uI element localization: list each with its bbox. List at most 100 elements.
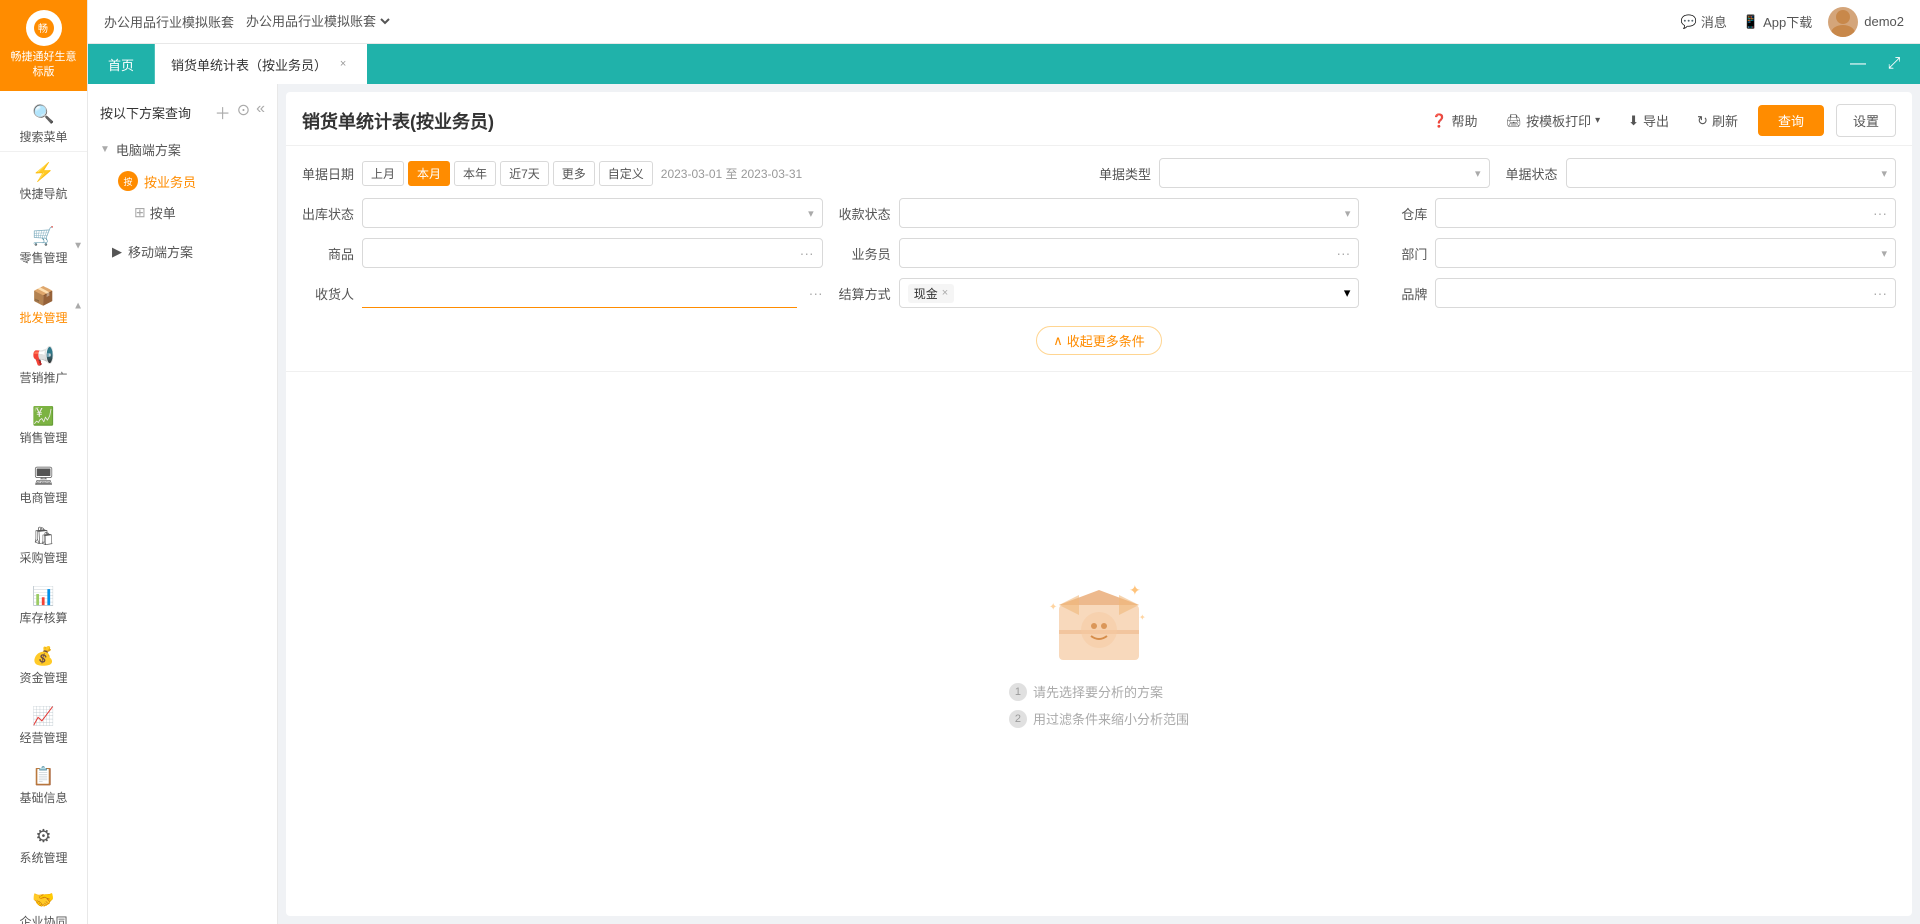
- finance-icon: 💰: [32, 646, 54, 667]
- sidebar-item-purchase[interactable]: 🛍 采购管理: [0, 516, 87, 576]
- sidebar-item-quick-nav[interactable]: ⚡ 快捷导航: [0, 152, 87, 212]
- add-scheme-button[interactable]: ＋: [215, 100, 231, 124]
- sidebar-item-marketing[interactable]: 📢 营销推广: [0, 336, 87, 396]
- app-download-button[interactable]: 📱 App下载: [1743, 12, 1812, 31]
- finance-label: 资金管理: [19, 669, 67, 686]
- empty-state: ✦ ✦ ✦ 1 请先选择要分析的方案 2 用过滤条件来缩小分析范围: [286, 372, 1912, 916]
- consignee-dots[interactable]: ···: [809, 285, 823, 301]
- sidebar-item-inventory[interactable]: 📊 库存核算: [0, 576, 87, 636]
- hint-text-2: 用过滤条件来缩小分析范围: [1033, 709, 1189, 728]
- retail-label: 零售管理: [19, 249, 67, 266]
- brand-select[interactable]: ···: [1435, 278, 1896, 308]
- page-title: 销货单统计表(按业务员): [302, 108, 494, 134]
- sidebar-item-retail[interactable]: 🛒 零售管理 ▼: [0, 216, 87, 276]
- template-print-button[interactable]: 🖨 按模板打印 ▾: [1498, 107, 1609, 134]
- collapse-button[interactable]: ∧ 收起更多条件: [1036, 326, 1162, 355]
- retail-icon: 🛒: [32, 226, 54, 247]
- goods-dots[interactable]: ···: [800, 245, 814, 261]
- quick-nav-label: 快捷导航: [19, 185, 67, 202]
- doc-type-select[interactable]: ▾: [1159, 158, 1489, 188]
- date-this-year-btn[interactable]: 本年: [454, 161, 496, 186]
- query-button[interactable]: 查询: [1758, 105, 1824, 136]
- ecommerce-label: 电商管理: [19, 489, 67, 506]
- filter-area: 单据日期 上月 本月 本年 近7天 更多 自定义 2023-03-01 至 20…: [286, 146, 1912, 372]
- salesman-select[interactable]: ···: [899, 238, 1360, 268]
- settlement-tag-close[interactable]: ×: [942, 287, 948, 299]
- refresh-button[interactable]: ↻ 刷新: [1689, 107, 1746, 134]
- empty-hints: 1 请先选择要分析的方案 2 用过滤条件来缩小分析范围: [1009, 682, 1189, 728]
- system-icon: ⚙: [35, 826, 51, 847]
- active-tab-label: 销货单统计表（按业务员）: [171, 55, 327, 74]
- panel-icons: ＋ ⊙ «: [215, 100, 265, 124]
- topbar: 办公用品行业模拟账套 办公用品行业模拟账套 💬 消息 📱 App下载 demo2: [88, 0, 1920, 44]
- settlement-tag-text: 现金: [914, 285, 938, 302]
- user-profile[interactable]: demo2: [1828, 7, 1904, 37]
- tabbar: 首页 销货单统计表（按业务员） × — ⤢: [88, 44, 1920, 84]
- search-menu-item[interactable]: 🔍 搜索菜单: [0, 91, 87, 152]
- sidebar-item-sales[interactable]: 💹 销售管理: [0, 396, 87, 456]
- export-button[interactable]: ⬇ 导出: [1620, 107, 1677, 134]
- industry-dropdown[interactable]: 办公用品行业模拟账套: [242, 13, 393, 30]
- goods-select[interactable]: ···: [362, 238, 823, 268]
- tab-minimize-button[interactable]: —: [1844, 50, 1872, 78]
- sidebar-item-system[interactable]: ⚙ 系统管理: [0, 816, 87, 876]
- consignee-input[interactable]: [362, 278, 797, 308]
- settlement-arrow: ▾: [1344, 285, 1351, 301]
- home-tab[interactable]: 首页: [88, 44, 155, 84]
- collapse-arrow-icon: ∧: [1053, 333, 1063, 349]
- active-tab[interactable]: 销货单统计表（按业务员） ×: [155, 44, 367, 84]
- filter-warehouse-item: 仓库 ···: [1375, 198, 1896, 228]
- app-logo[interactable]: 畅 畅捷通好生意 标版: [0, 0, 87, 91]
- right-panel: 销货单统计表(按业务员) ❓ 帮助 🖨 按模板打印 ▾ ⬇ 导出: [286, 92, 1912, 916]
- tab-maximize-button[interactable]: ⤢: [1880, 50, 1908, 78]
- warehouse-select[interactable]: ···: [1435, 198, 1896, 228]
- filter-department-item: 部门 ▾: [1375, 238, 1896, 268]
- hint-text-1: 请先选择要分析的方案: [1033, 682, 1163, 701]
- date-custom-btn[interactable]: 自定义: [599, 161, 653, 186]
- salesman-dots[interactable]: ···: [1336, 245, 1350, 261]
- doc-status-select[interactable]: ▾: [1566, 158, 1896, 188]
- help-button[interactable]: ❓ 帮助: [1423, 107, 1485, 134]
- sidebar-item-enterprise[interactable]: 🤝 企业协同: [0, 880, 87, 924]
- sidebar-item-operation[interactable]: 📈 经营管理: [0, 696, 87, 756]
- tab-close-button[interactable]: ×: [335, 56, 351, 72]
- tree-grandchild-by-order[interactable]: ⊞ 按单: [88, 197, 277, 228]
- quick-nav-icon: ⚡: [32, 162, 54, 183]
- filter-date-item: 单据日期 上月 本月 本年 近7天 更多 自定义 2023-03-01 至 20…: [302, 161, 1083, 186]
- tree-parent-desktop[interactable]: ▼ 电脑端方案: [88, 134, 277, 165]
- date-this-month-btn[interactable]: 本月: [408, 161, 450, 186]
- settlement-label: 结算方式: [839, 284, 891, 303]
- tree-child-by-salesman[interactable]: 按 按业务员: [88, 165, 277, 197]
- svg-text:✦: ✦: [1129, 582, 1141, 598]
- date-7days-btn[interactable]: 近7天: [500, 161, 549, 186]
- main-area: 办公用品行业模拟账套 办公用品行业模拟账套 💬 消息 📱 App下载 demo2: [88, 0, 1920, 924]
- payment-status-select[interactable]: ▾: [899, 198, 1360, 228]
- department-select[interactable]: ▾: [1435, 238, 1896, 268]
- tree-parent-mobile[interactable]: ▶ 移动端方案: [88, 236, 277, 267]
- inventory-icon: 📊: [32, 586, 54, 607]
- user-avatar: [1828, 7, 1858, 37]
- message-button[interactable]: 💬 消息: [1681, 12, 1727, 31]
- brand-dots[interactable]: ···: [1873, 285, 1887, 301]
- doc-type-label: 单据类型: [1099, 164, 1151, 183]
- out-status-arrow: ▾: [808, 207, 814, 220]
- hint-num-2: 2: [1009, 710, 1027, 728]
- filter-row-2: 出库状态 ▾ 收款状态 ▾ 仓库: [302, 198, 1896, 228]
- sidebar-item-wholesale[interactable]: 📦 批发管理 ▲: [0, 276, 87, 336]
- out-status-select[interactable]: ▾: [362, 198, 823, 228]
- settlement-tag-control[interactable]: 现金 × ▾: [899, 278, 1360, 308]
- date-prev-month-btn[interactable]: 上月: [362, 161, 404, 186]
- sidebar-item-basic-info[interactable]: 📋 基础信息: [0, 756, 87, 816]
- date-more-btn[interactable]: 更多: [553, 161, 595, 186]
- warehouse-dots[interactable]: ···: [1873, 205, 1887, 221]
- settings-scheme-button[interactable]: ⊙: [237, 100, 250, 124]
- purchase-label: 采购管理: [19, 549, 67, 566]
- sidebar-item-ecommerce[interactable]: 🖥 电商管理: [0, 456, 87, 516]
- filter-out-status-item: 出库状态 ▾: [302, 198, 823, 228]
- collapse-panel-button[interactable]: «: [256, 100, 265, 124]
- settings-button[interactable]: 设置: [1836, 104, 1896, 137]
- export-label: 导出: [1643, 111, 1669, 130]
- sidebar-item-finance[interactable]: 💰 资金管理: [0, 636, 87, 696]
- out-status-label: 出库状态: [302, 204, 354, 223]
- search-menu-label: 搜索菜单: [19, 128, 67, 145]
